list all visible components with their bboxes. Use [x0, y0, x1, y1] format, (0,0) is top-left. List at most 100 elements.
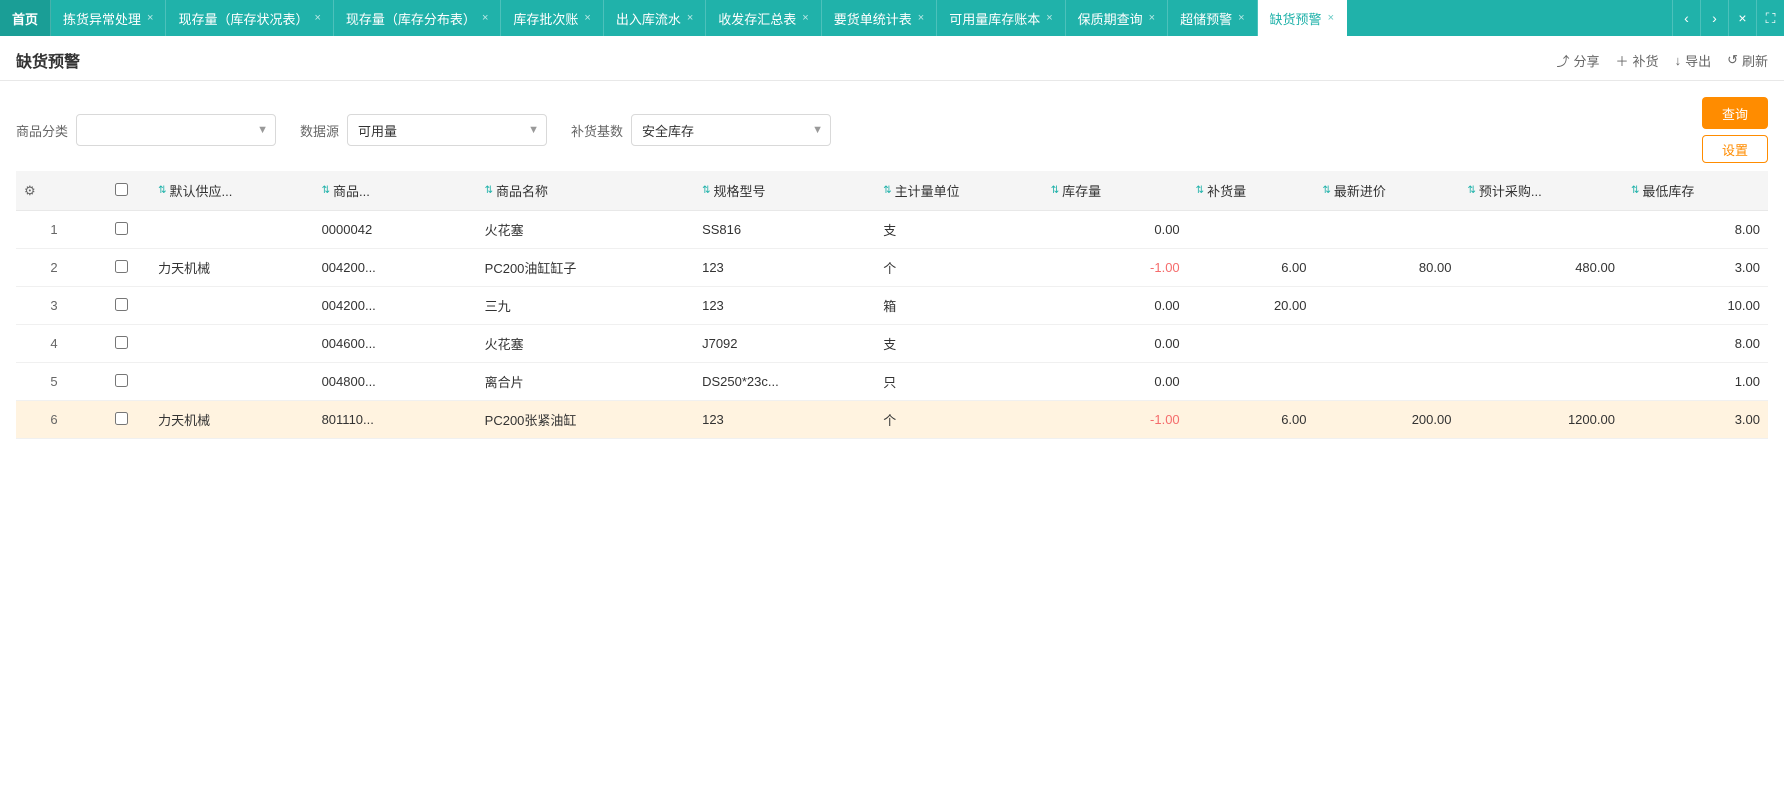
row-checkbox[interactable] — [115, 260, 128, 273]
row-supplier — [150, 287, 314, 325]
category-select-wrapper: ▼ — [76, 114, 276, 146]
row-index: 2 — [16, 249, 92, 287]
row-checkbox[interactable] — [115, 298, 128, 311]
tab-inout-flow[interactable]: 出入库流水 × — [604, 0, 706, 36]
row-stock: 0.00 — [1043, 287, 1188, 325]
page-title: 缺货预警 — [16, 48, 80, 72]
col-header-price[interactable]: ⇅ 最新进价 — [1315, 171, 1460, 211]
row-code: 004200... — [314, 287, 477, 325]
close-icon[interactable]: × — [687, 12, 693, 24]
row-checkbox-cell[interactable] — [92, 211, 150, 249]
tab-expiry-query-label: 保质期查询 — [1078, 9, 1143, 28]
tab-stock-status[interactable]: 现存量（库存状况表） × — [166, 0, 333, 36]
tab-home[interactable]: 首页 — [0, 0, 51, 36]
col-header-name[interactable]: ⇅ 商品名称 — [477, 171, 694, 211]
replenish-base-label: 补货基数 — [571, 121, 623, 140]
table-row: 3 004200... 三九 123 箱 0.00 20.00 10.00 — [16, 287, 1768, 325]
tab-stock-dist[interactable]: 现存量（库存分布表） × — [334, 0, 501, 36]
replenish-label: 补货 — [1633, 51, 1659, 70]
row-stock: 0.00 — [1043, 211, 1188, 249]
replenish-button[interactable]: ＋ 补货 — [1616, 51, 1659, 70]
tab-available-ledger[interactable]: 可用量库存账本 × — [937, 0, 1065, 36]
filter-actions: 查询 设置 — [1702, 97, 1768, 163]
col-header-supplier[interactable]: ⇅ 默认供应... — [150, 171, 314, 211]
replenish-base-select[interactable]: 安全库存 — [631, 114, 831, 146]
col-header-stock[interactable]: ⇅ 库存量 — [1043, 171, 1188, 211]
refresh-button[interactable]: ↺ 刷新 — [1727, 51, 1768, 70]
close-icon[interactable]: × — [482, 12, 488, 24]
close-icon[interactable]: × — [1149, 12, 1155, 24]
row-est-purchase — [1459, 211, 1623, 249]
row-replenish: 6.00 — [1188, 401, 1315, 439]
gear-icon[interactable]: ⚙ — [24, 183, 36, 199]
row-checkbox[interactable] — [115, 222, 128, 235]
close-icon[interactable]: × — [1328, 12, 1334, 24]
datasource-select-wrapper: 可用量 ▼ — [347, 114, 547, 146]
close-icon[interactable]: × — [584, 12, 590, 24]
sort-icon: ⇅ — [1467, 185, 1475, 196]
category-select[interactable] — [76, 114, 276, 146]
tab-expiry-query[interactable]: 保质期查询 × — [1066, 0, 1168, 36]
share-button[interactable]: ⤴ 分享 — [1557, 51, 1600, 70]
col-header-check[interactable] — [92, 171, 150, 211]
row-supplier: 力天机械 — [150, 249, 314, 287]
row-latest-price — [1315, 363, 1460, 401]
tab-shortage[interactable]: 缺货预警 × — [1258, 0, 1347, 36]
close-icon[interactable]: × — [1046, 12, 1052, 24]
col-header-purchase[interactable]: ⇅ 预计采购... — [1459, 171, 1623, 211]
row-est-purchase — [1459, 363, 1623, 401]
row-spec: 123 — [694, 287, 875, 325]
sort-icon: ⇅ — [1051, 185, 1059, 196]
row-checkbox-cell[interactable] — [92, 325, 150, 363]
row-est-purchase: 1200.00 — [1459, 401, 1623, 439]
main-content: 缺货预警 ⤴ 分享 ＋ 补货 ↓ 导出 ↺ 刷新 商品分类 — [0, 36, 1784, 796]
col-header-replenish[interactable]: ⇅ 补货量 — [1188, 171, 1315, 211]
tab-prev-button[interactable]: ‹ — [1672, 0, 1700, 36]
select-all-checkbox[interactable] — [115, 183, 128, 196]
col-header-minstock[interactable]: ⇅ 最低库存 — [1623, 171, 1768, 211]
tab-fullscreen-button[interactable]: ⛶ — [1756, 0, 1784, 36]
data-table: ⚙ ⇅ 默认供应... ⇅ — [16, 171, 1768, 439]
tab-next-button[interactable]: › — [1700, 0, 1728, 36]
row-unit: 个 — [875, 401, 1042, 439]
row-spec: DS250*23c... — [694, 363, 875, 401]
tab-batch-account[interactable]: 库存批次账 × — [501, 0, 603, 36]
tab-receipt-summary[interactable]: 收发存汇总表 × — [706, 0, 821, 36]
close-icon[interactable]: × — [918, 12, 924, 24]
close-icon[interactable]: × — [314, 12, 320, 24]
row-checkbox-cell[interactable] — [92, 401, 150, 439]
table-row: 6 力天机械 801110... PC200张紧油缸 123 个 -1.00 6… — [16, 401, 1768, 439]
close-icon[interactable]: × — [147, 12, 153, 24]
settings-button[interactable]: 设置 — [1702, 135, 1768, 163]
tab-receipt-summary-label: 收发存汇总表 — [718, 9, 796, 28]
close-icon[interactable]: × — [802, 12, 808, 24]
query-button[interactable]: 查询 — [1702, 97, 1768, 129]
col-price-label: 最新进价 — [1334, 181, 1386, 200]
col-header-code[interactable]: ⇅ 商品... — [314, 171, 477, 211]
sort-icon: ⇅ — [883, 185, 891, 196]
col-spec-label: 规格型号 — [713, 181, 765, 200]
tab-overstock[interactable]: 超储预警 × — [1168, 0, 1257, 36]
datasource-select[interactable]: 可用量 — [347, 114, 547, 146]
row-latest-price — [1315, 325, 1460, 363]
tab-close-button[interactable]: × — [1728, 0, 1756, 36]
row-checkbox[interactable] — [115, 412, 128, 425]
row-checkbox[interactable] — [115, 336, 128, 349]
tab-demand-stats[interactable]: 要货单统计表 × — [822, 0, 937, 36]
sort-icon: ⇅ — [702, 185, 710, 196]
tab-demand-stats-label: 要货单统计表 — [834, 9, 912, 28]
row-checkbox-cell[interactable] — [92, 287, 150, 325]
col-header-unit[interactable]: ⇅ 主计量单位 — [875, 171, 1042, 211]
tab-abnormal[interactable]: 拣货异常处理 × — [51, 0, 166, 36]
export-button[interactable]: ↓ 导出 — [1675, 51, 1712, 70]
row-checkbox-cell[interactable] — [92, 363, 150, 401]
row-checkbox[interactable] — [115, 374, 128, 387]
datasource-value: 可用量 — [358, 121, 397, 140]
col-minstock-label: 最低库存 — [1642, 181, 1694, 200]
sort-icon: ⇅ — [322, 185, 330, 196]
close-icon[interactable]: × — [1238, 12, 1244, 24]
col-header-spec[interactable]: ⇅ 规格型号 — [694, 171, 875, 211]
row-checkbox-cell[interactable] — [92, 249, 150, 287]
category-filter-group: 商品分类 ▼ — [16, 114, 276, 146]
col-header-gear[interactable]: ⚙ — [16, 171, 92, 211]
